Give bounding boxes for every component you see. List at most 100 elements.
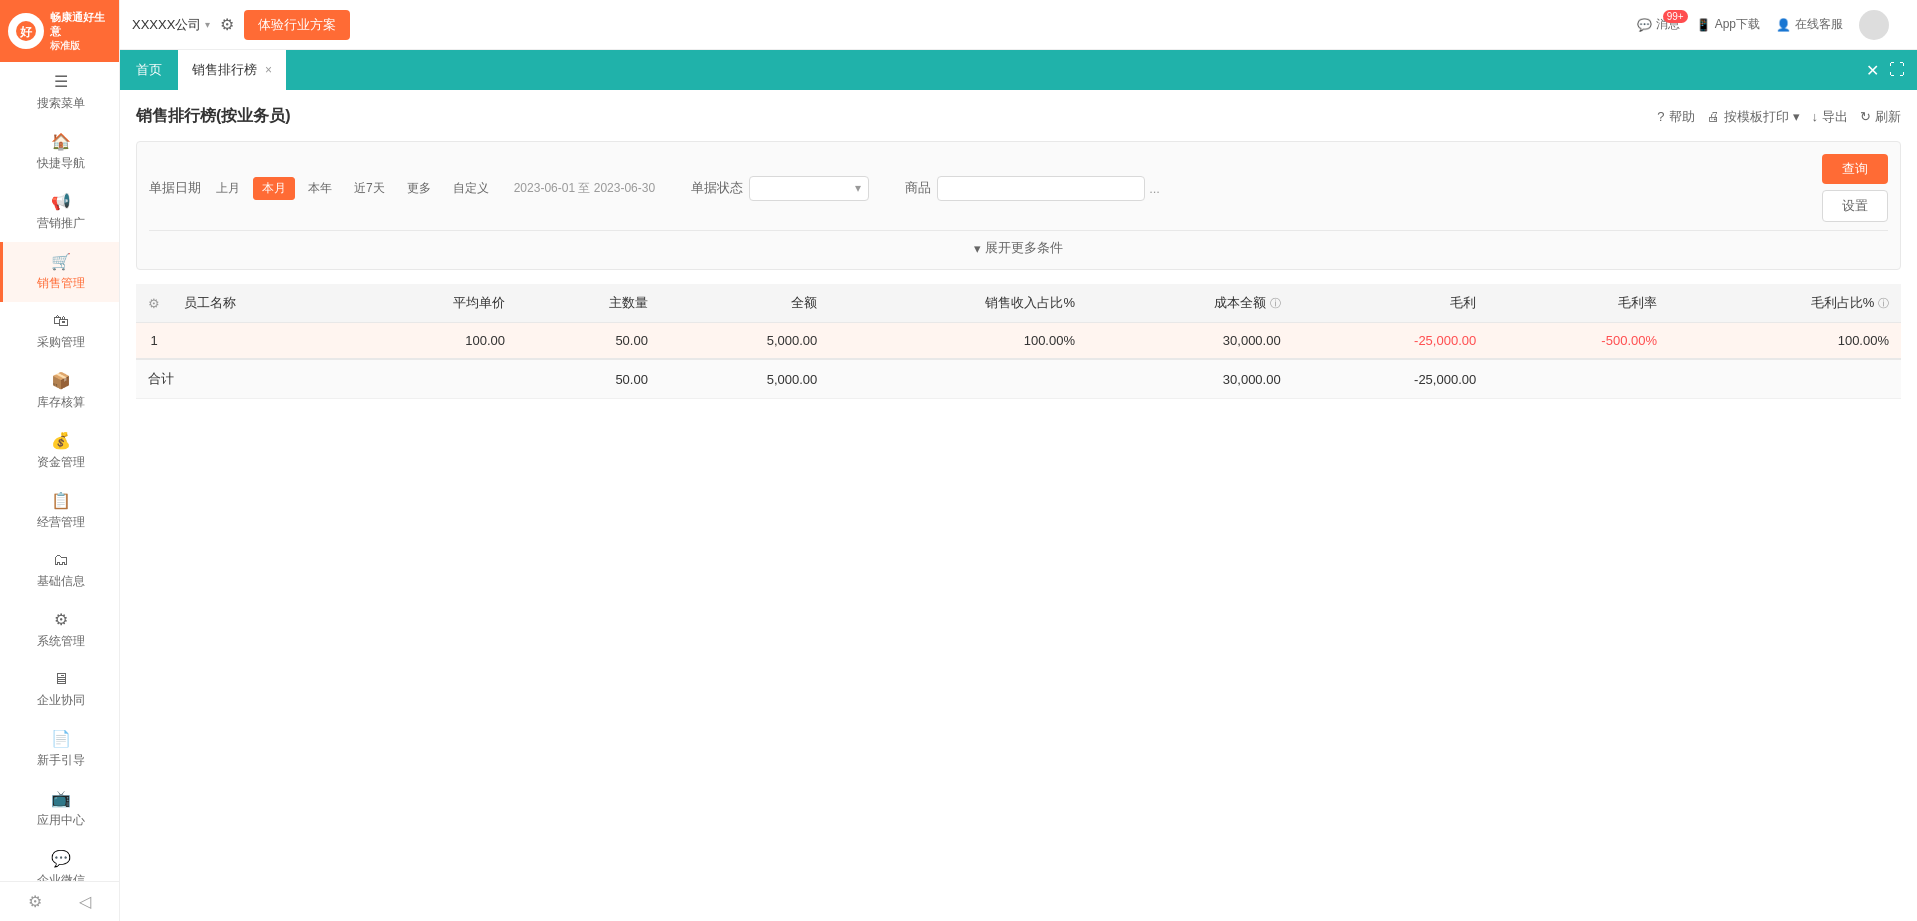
sidebar-menu: ☰ 搜索菜单 🏠 快捷导航 📢 营销推广 🛒 销售管理 🛍 采购管理 📦 库存核… <box>0 62 119 881</box>
footer-amount: 5,000.00 <box>660 359 829 399</box>
filter-settings-button[interactable]: 设置 <box>1822 190 1888 222</box>
expand-more-btn[interactable]: ▾ 展开更多条件 <box>149 230 1888 257</box>
date-range-text: 2023-06-01 至 2023-06-30 <box>514 180 655 197</box>
page-actions: ? 帮助 🖨 按模板打印 ▾ ↓ 导出 ↻ 刷新 <box>1657 108 1901 126</box>
query-button[interactable]: 查询 <box>1822 154 1888 184</box>
help-icon: ? <box>1657 109 1664 124</box>
date-btn-last-month[interactable]: 上月 <box>207 177 249 200</box>
col-settings[interactable]: ⚙ <box>136 284 172 323</box>
cell-amount: 5,000.00 <box>660 323 829 360</box>
status-select[interactable] <box>749 176 869 201</box>
cell-rank: 1 <box>136 323 172 360</box>
basicinfo-icon: 🗂 <box>53 551 69 569</box>
sidebar-item-sales[interactable]: 🛒 销售管理 <box>0 242 119 302</box>
date-btn-more[interactable]: 更多 <box>398 177 440 200</box>
cell-avg-price: 100.00 <box>344 323 516 360</box>
col-name: 员工名称 <box>172 284 344 323</box>
print-btn[interactable]: 🖨 按模板打印 ▾ <box>1707 108 1800 126</box>
filter-row-1: 单据日期 上月 本月 本年 近7天 更多 自定义 2023-06-01 至 20… <box>149 154 1888 222</box>
profit-pct-help-icon[interactable]: ⓘ <box>1878 297 1889 309</box>
app-logo: 好 畅康通好生意 标准版 <box>0 0 119 62</box>
trial-button[interactable]: 体验行业方案 <box>244 10 350 40</box>
finance-icon: 💰 <box>51 431 71 450</box>
sidebar-collapse-btn[interactable]: ◁ <box>79 892 91 911</box>
topbar: XXXXX公司 ▾ ⚙ 体验行业方案 💬 消息 99+ 📱 App下载 👤 在线… <box>120 0 1917 50</box>
goods-more-btn[interactable]: ... <box>1149 181 1160 196</box>
print-caret-icon: ▾ <box>1793 109 1800 124</box>
tab-home[interactable]: 首页 <box>120 50 178 90</box>
export-icon: ↓ <box>1812 109 1819 124</box>
table-header-row: ⚙ 员工名称 平均单价 主数量 全额 <box>136 284 1901 323</box>
content-inner: 销售排行榜(按业务员) ? 帮助 🖨 按模板打印 ▾ ↓ 导出 <box>120 90 1917 921</box>
svg-text:好: 好 <box>19 25 33 39</box>
date-btn-this-month[interactable]: 本月 <box>253 177 295 200</box>
sidebar-item-search[interactable]: ☰ 搜索菜单 <box>0 62 119 122</box>
footer-profit: -25,000.00 <box>1293 359 1489 399</box>
sidebar-item-enterprise[interactable]: 🖥 企业协同 <box>0 660 119 719</box>
tab-close-icon[interactable]: × <box>265 63 272 77</box>
company-selector[interactable]: XXXXX公司 ▾ <box>132 16 210 34</box>
sidebar-item-wechat[interactable]: 💬 企业微信 <box>0 839 119 881</box>
purchase-icon: 🛍 <box>53 312 69 330</box>
footer-profit-rate <box>1488 359 1669 399</box>
topbar-actions: 💬 消息 99+ 📱 App下载 👤 在线客服 <box>1637 10 1905 40</box>
apps-icon: 📺 <box>51 789 71 808</box>
sidebar-item-management[interactable]: 📋 经营管理 <box>0 481 119 541</box>
col-cost: 成本全额 ⓘ <box>1087 284 1293 323</box>
sidebar-item-apps[interactable]: 📺 应用中心 <box>0 779 119 839</box>
sidebar-item-system[interactable]: ⚙ 系统管理 <box>0 600 119 660</box>
cell-profit-rate: -500.00% <box>1488 323 1669 360</box>
export-btn[interactable]: ↓ 导出 <box>1812 108 1849 126</box>
cost-help-icon[interactable]: ⓘ <box>1270 297 1281 309</box>
refresh-btn[interactable]: ↻ 刷新 <box>1860 108 1901 126</box>
app-download-btn[interactable]: 📱 App下载 <box>1696 16 1760 33</box>
marketing-icon: 📢 <box>51 192 71 211</box>
topbar-settings-icon[interactable]: ⚙ <box>220 15 234 34</box>
footer-qty: 50.00 <box>517 359 660 399</box>
wechat-icon: 💬 <box>51 849 71 868</box>
goods-input[interactable] <box>937 176 1145 201</box>
guide-icon: 📄 <box>51 729 71 748</box>
date-btn-this-year[interactable]: 本年 <box>299 177 341 200</box>
sidebar-item-basicinfo[interactable]: 🗂 基础信息 <box>0 541 119 600</box>
sidebar-item-guide[interactable]: 📄 新手引导 <box>0 719 119 779</box>
goods-filter-item: 商品 ... <box>905 176 1160 201</box>
download-icon: 📱 <box>1696 18 1711 32</box>
avatar[interactable] <box>1859 10 1889 40</box>
print-icon: 🖨 <box>1707 109 1720 124</box>
sidebar: 好 畅康通好生意 标准版 ☰ 搜索菜单 🏠 快捷导航 📢 营销推广 🛒 销售管理… <box>0 0 120 921</box>
content-area: 销售排行榜(按业务员) ? 帮助 🖨 按模板打印 ▾ ↓ 导出 <box>120 90 1917 921</box>
online-service-label: 在线客服 <box>1795 16 1843 33</box>
goods-input-wrapper: ... <box>937 176 1160 201</box>
date-filter-buttons: 上月 本月 本年 近7天 更多 自定义 <box>207 177 498 200</box>
maximize-window-icon[interactable]: ⛶ <box>1889 61 1905 80</box>
help-btn[interactable]: ? 帮助 <box>1657 108 1694 126</box>
sidebar-item-nav[interactable]: 🏠 快捷导航 <box>0 122 119 182</box>
col-sales-pct: 销售收入占比% <box>829 284 1087 323</box>
table-row: 1 100.00 50.00 <box>136 323 1901 360</box>
goods-filter-label: 商品 <box>905 179 931 197</box>
tab-sales-ranking[interactable]: 销售排行榜 × <box>178 50 286 90</box>
cell-cost: 30,000.00 <box>1087 323 1293 360</box>
sidebar-settings-btn[interactable]: ⚙ <box>28 892 42 911</box>
message-icon: 💬 <box>1637 18 1652 32</box>
footer-label: 合计 <box>136 359 344 399</box>
sidebar-item-inventory[interactable]: 📦 库存核算 <box>0 361 119 421</box>
date-btn-custom[interactable]: 自定义 <box>444 177 498 200</box>
data-table: ⚙ 员工名称 平均单价 主数量 全额 <box>136 284 1901 399</box>
company-caret-icon: ▾ <box>205 19 210 30</box>
close-window-icon[interactable]: ✕ <box>1866 61 1879 80</box>
date-btn-7days[interactable]: 近7天 <box>345 177 394 200</box>
footer-cost: 30,000.00 <box>1087 359 1293 399</box>
chevron-down-icon: ▾ <box>974 241 981 256</box>
footer-avg-price <box>344 359 516 399</box>
enterprise-icon: 🖥 <box>53 670 69 688</box>
message-btn[interactable]: 💬 消息 99+ <box>1637 16 1680 33</box>
online-service-btn[interactable]: 👤 在线客服 <box>1776 16 1843 33</box>
sidebar-item-purchase[interactable]: 🛍 采购管理 <box>0 302 119 361</box>
sidebar-footer: ⚙ ◁ <box>0 881 119 921</box>
sidebar-item-marketing[interactable]: 📢 营销推广 <box>0 182 119 242</box>
cell-qty: 50.00 <box>517 323 660 360</box>
sidebar-item-finance[interactable]: 💰 资金管理 <box>0 421 119 481</box>
system-icon: ⚙ <box>54 610 68 629</box>
